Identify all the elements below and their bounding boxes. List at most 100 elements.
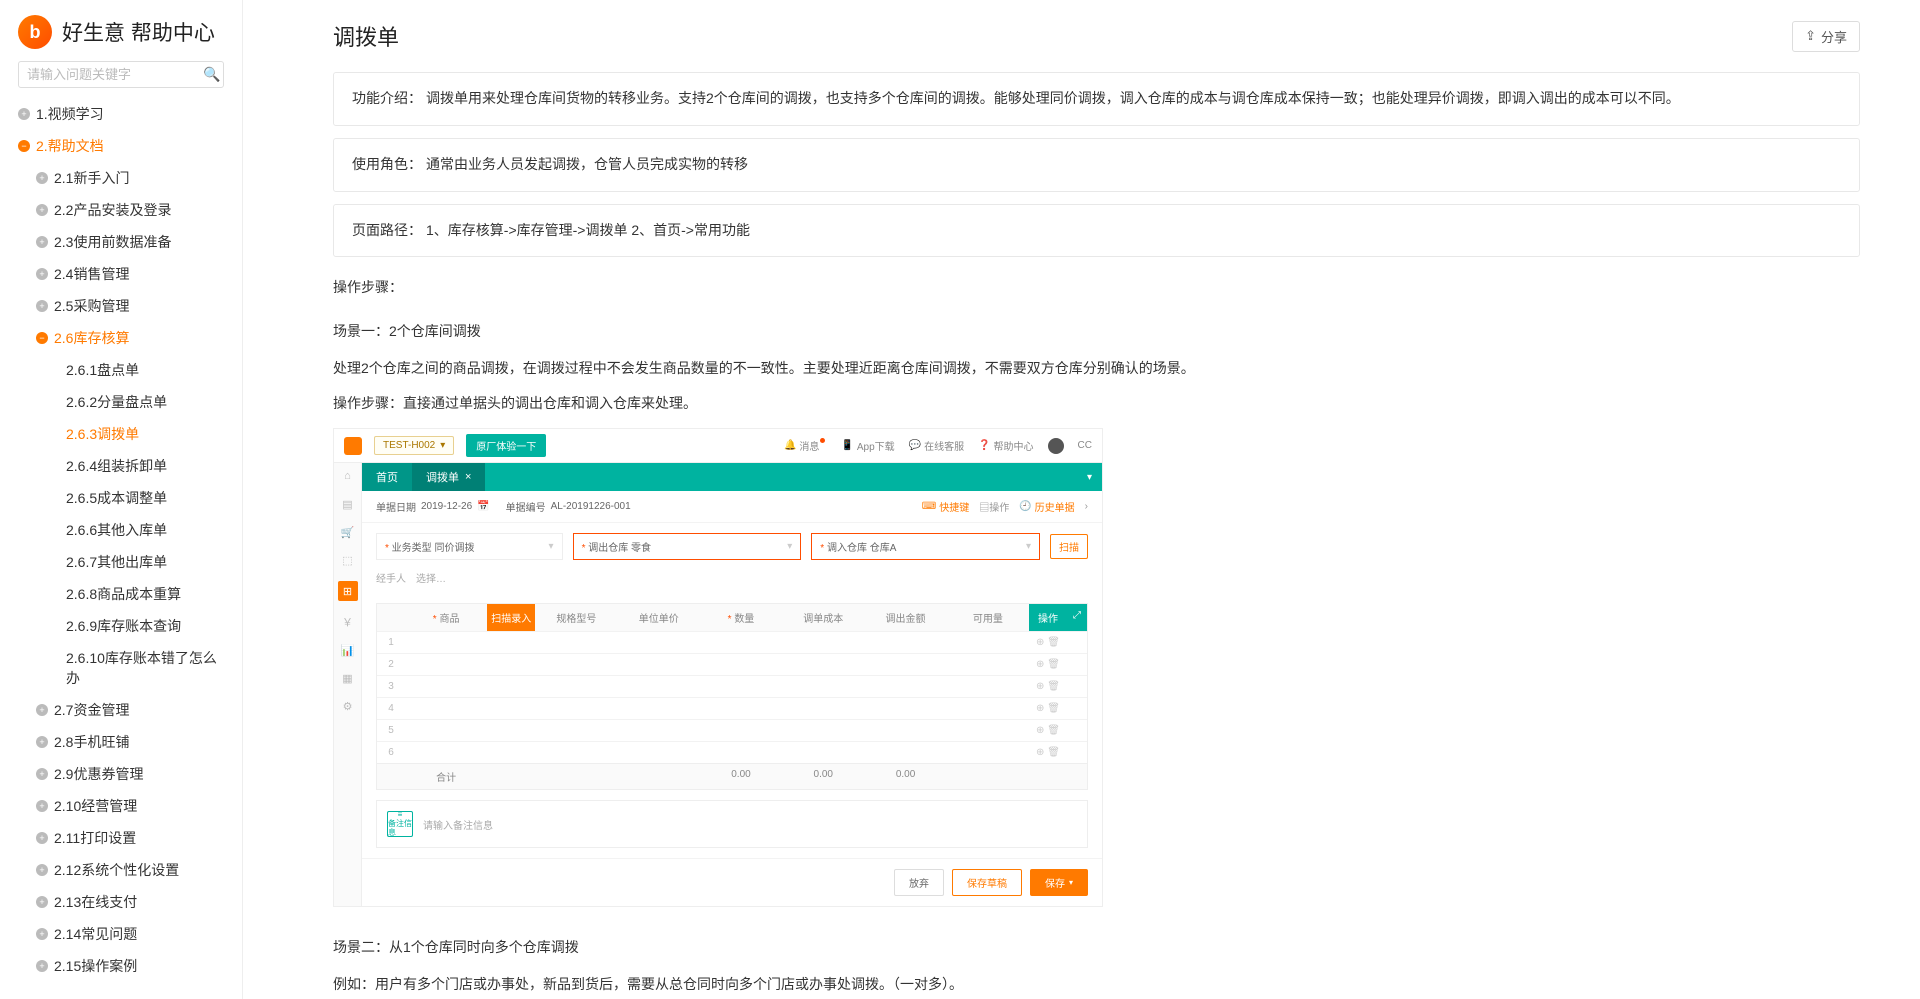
steps-label: 操作步骤： [333, 275, 1860, 300]
expand-icon[interactable] [18, 108, 30, 120]
mock-scan-button: 扫描 [1050, 534, 1088, 559]
brand: b 好生意 帮助中心 [0, 15, 242, 61]
expand-icon[interactable] [36, 236, 48, 248]
nav-item-help-docs[interactable]: 2.帮助文档 [0, 130, 242, 162]
scene1-step: 操作步骤：直接通过单据头的调出仓库和调入仓库来处理。 [333, 391, 1860, 416]
nav-item-2-6-10[interactable]: 2.6.10库存账本错了怎么办 [0, 642, 242, 694]
mock-biz-type-field: 业务类型 同价调拨▾ [376, 533, 563, 560]
mock-chevron-icon: › [1085, 501, 1088, 512]
mock-avatar-icon [1048, 438, 1064, 454]
expand-icon[interactable] [36, 928, 48, 940]
nav-item-2-6-8[interactable]: 2.6.8商品成本重算 [0, 578, 242, 610]
search-input[interactable] [27, 67, 203, 82]
mock-trial-button: 原厂体验一下 [466, 434, 546, 457]
mock-tab-home: 首页 [362, 463, 412, 491]
nav-tree: 1.视频学习 2.帮助文档 2.1新手入门 2.2产品安装及登录 2.3使用前数… [0, 98, 242, 982]
expand-icon[interactable] [36, 864, 48, 876]
nav-item-2-6-4[interactable]: 2.6.4组装拆卸单 [0, 450, 242, 482]
nav-item-2-6-3[interactable]: 2.6.3调拨单 [0, 418, 242, 450]
mock-report-icon: 📊 [341, 643, 355, 657]
mock-tab-active: 调拨单 [412, 463, 485, 491]
brand-title: 好生意 帮助中心 [62, 17, 215, 47]
search-box[interactable]: 🔍 [18, 61, 224, 88]
expand-icon[interactable] [36, 832, 48, 844]
nav-item-2-2[interactable]: 2.2产品安装及登录 [0, 194, 242, 226]
main-content: 调拨单 ⇪分享 功能介绍：调拨单用来处理仓库间货物的转移业务。支持2个仓库间的调… [243, 0, 1920, 999]
mock-sidebar: ⌂ ▤ 🛒 ⬚ ⊞ ￥ 📊 ▦ ⚙ [334, 463, 362, 906]
nav-item-2-7[interactable]: 2.7资金管理 [0, 694, 242, 726]
mock-history-link: 🕘历史单据 [1019, 499, 1074, 514]
nav-item-2-9[interactable]: 2.9优惠券管理 [0, 758, 242, 790]
nav-item-2-6-6[interactable]: 2.6.6其他入库单 [0, 514, 242, 546]
nav-item-2-6[interactable]: 2.6库存核算 [0, 322, 242, 354]
nav-item-2-10[interactable]: 2.10经营管理 [0, 790, 242, 822]
nav-item-2-4[interactable]: 2.4销售管理 [0, 258, 242, 290]
mock-service-link: 💬在线客服 [909, 438, 964, 453]
path-text: 1、库存核算->库存管理->调拨单 2、首页->常用功能 [426, 222, 750, 238]
expand-icon[interactable] [36, 736, 48, 748]
share-icon: ⇪ [1805, 28, 1816, 44]
expand-icon[interactable] [36, 204, 48, 216]
mock-msg-link: 🔔消息 [784, 438, 827, 453]
role-label: 使用角色： [352, 156, 422, 172]
mock-discard-button: 放弃 [894, 869, 944, 896]
nav-item-2-11[interactable]: 2.11打印设置 [0, 822, 242, 854]
brand-logo-icon: b [18, 15, 52, 49]
mock-draft-button: 保存草稿 [952, 869, 1022, 896]
expand-icon[interactable] [36, 800, 48, 812]
nav-item-2-15[interactable]: 2.15操作案例 [0, 950, 242, 982]
nav-item-2-3[interactable]: 2.3使用前数据准备 [0, 226, 242, 258]
nav-item-2-5[interactable]: 2.5采购管理 [0, 290, 242, 322]
expand-icon[interactable] [36, 960, 48, 972]
scene2-title: 场景二：从1个仓库同时向多个仓库调拨 [333, 935, 1860, 960]
path-box: 页面路径：1、库存核算->库存管理->调拨单 2、首页->常用功能 [333, 204, 1860, 258]
mock-home-icon: ⌂ [341, 469, 355, 483]
mock-help-link: ❓帮助中心 [978, 438, 1033, 453]
mock-logo-icon [344, 437, 362, 455]
mock-save-button: 保存 [1030, 869, 1088, 896]
screenshot-scene1: TEST-H002▾ 原厂体验一下 🔔消息 📱App下载 💬在线客服 ❓帮助中心… [333, 428, 1103, 907]
nav-item-2-12[interactable]: 2.12系统个性化设置 [0, 854, 242, 886]
sidebar: b 好生意 帮助中心 🔍 1.视频学习 2.帮助文档 2.1新手入门 2.2产品… [0, 0, 243, 999]
expand-icon[interactable] [36, 704, 48, 716]
expand-icon[interactable] [36, 268, 48, 280]
mock-stock-icon: ⊞ [338, 581, 358, 601]
scene1-desc: 处理2个仓库之间的商品调拨，在调拨过程中不会发生商品数量的不一致性。主要处理近距… [333, 356, 1860, 381]
collapse-icon[interactable] [36, 332, 48, 344]
mock-remark-box: ≡备注信息 请输入备注信息 [376, 800, 1088, 848]
nav-item-2-6-9[interactable]: 2.6.9库存账本查询 [0, 610, 242, 642]
share-button[interactable]: ⇪分享 [1792, 21, 1860, 52]
mock-tenant-select: TEST-H002▾ [374, 436, 454, 455]
mock-username: CC [1078, 440, 1092, 451]
expand-icon[interactable] [36, 300, 48, 312]
collapse-icon[interactable] [18, 140, 30, 152]
mock-close-all-icon: ▾ [1077, 466, 1102, 489]
page-title: 调拨单 [333, 20, 399, 52]
intro-text: 调拨单用来处理仓库间货物的转移业务。支持2个仓库间的调拨，也支持多个仓库间的调拨… [426, 90, 1680, 106]
expand-icon[interactable] [36, 768, 48, 780]
search-icon[interactable]: 🔍 [203, 66, 220, 83]
nav-item-2-6-1[interactable]: 2.6.1盘点单 [0, 354, 242, 386]
expand-icon[interactable] [36, 172, 48, 184]
nav-item-2-13[interactable]: 2.13在线支付 [0, 886, 242, 918]
path-label: 页面路径： [352, 222, 422, 238]
mock-gear-icon: ⚙ [341, 699, 355, 713]
nav-item-2-6-5[interactable]: 2.6.5成本调整单 [0, 482, 242, 514]
expand-icon[interactable] [36, 896, 48, 908]
nav-item-2-6-7[interactable]: 2.6.7其他出库单 [0, 546, 242, 578]
nav-item-video-learning[interactable]: 1.视频学习 [0, 98, 242, 130]
nav-item-2-8[interactable]: 2.8手机旺铺 [0, 726, 242, 758]
intro-box: 功能介绍：调拨单用来处理仓库间货物的转移业务。支持2个仓库间的调拨，也支持多个仓… [333, 72, 1860, 126]
intro-label: 功能介绍： [352, 90, 422, 106]
mock-app-link: 📱App下载 [841, 438, 894, 453]
mock-grid-icon: ▦ [341, 671, 355, 685]
role-text: 通常由业务人员发起调拨，仓管人员完成实物的转移 [426, 156, 748, 172]
nav-item-2-14[interactable]: 2.14常见问题 [0, 918, 242, 950]
mock-in-warehouse-field: 调入仓库 仓库A▾ [811, 533, 1040, 560]
mock-box-icon: ⬚ [341, 553, 355, 567]
nav-item-2-1[interactable]: 2.1新手入门 [0, 162, 242, 194]
mock-ops-link: ▤操作 [979, 499, 1009, 514]
mock-doc-icon: ▤ [341, 497, 355, 511]
mock-cart-icon: 🛒 [341, 525, 355, 539]
nav-item-2-6-2[interactable]: 2.6.2分量盘点单 [0, 386, 242, 418]
